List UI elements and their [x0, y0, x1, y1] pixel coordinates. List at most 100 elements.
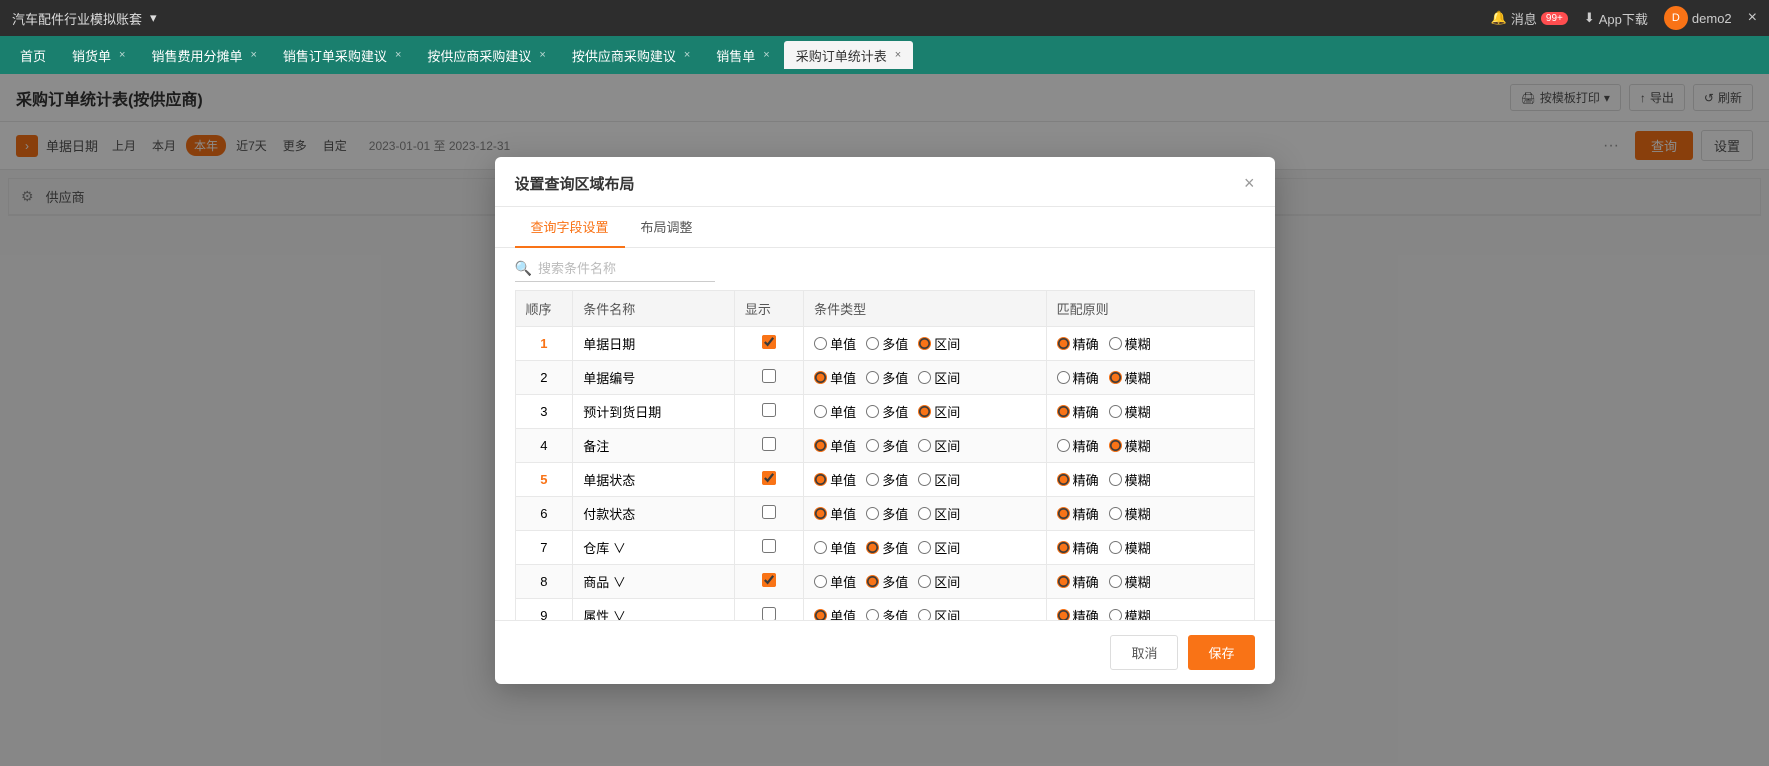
tab-home[interactable]: 首页 [8, 41, 58, 69]
tab-sale-cost-close[interactable]: × [250, 49, 256, 61]
match-radio-精确-2[interactable] [1057, 405, 1070, 418]
match-radio-精确-6[interactable] [1057, 541, 1070, 554]
type-radio-单值-1[interactable] [814, 371, 827, 384]
type-radio-单值-3[interactable] [814, 439, 827, 452]
match-radio-模糊-0[interactable] [1109, 337, 1122, 350]
type-option-单值-8[interactable]: 单值 [814, 606, 856, 620]
type-radio-多值-6[interactable] [866, 541, 879, 554]
match-radio-精确-1[interactable] [1057, 371, 1070, 384]
row-checkbox-0[interactable] [762, 335, 776, 349]
modal-close-button[interactable]: × [1244, 174, 1255, 192]
row-checkbox-6[interactable] [762, 539, 776, 553]
match-radio-精确-8[interactable] [1057, 609, 1070, 620]
type-radio-多值-5[interactable] [866, 507, 879, 520]
row-checkbox-2[interactable] [762, 403, 776, 417]
type-option-区间-8[interactable]: 区间 [918, 606, 960, 620]
type-radio-多值-8[interactable] [866, 609, 879, 620]
tab-sale-order-close[interactable]: × [395, 49, 401, 61]
type-radio-单值-5[interactable] [814, 507, 827, 520]
type-option-多值-8[interactable]: 多值 [866, 606, 908, 620]
tab-active[interactable]: 采购订单统计表 × [784, 41, 913, 69]
type-radio-区间-5[interactable] [918, 507, 931, 520]
type-option-单值-4[interactable]: 单值 [814, 470, 856, 489]
tab-active-close[interactable]: × [895, 49, 901, 61]
user-area[interactable]: D demo2 [1664, 6, 1732, 30]
type-radio-区间-0[interactable] [918, 337, 931, 350]
tab-6-close[interactable]: × [763, 49, 769, 61]
search-input[interactable] [538, 261, 698, 276]
match-option-模糊-4[interactable]: 模糊 [1109, 470, 1151, 489]
app-close-button[interactable]: × [1748, 9, 1757, 27]
type-radio-区间-3[interactable] [918, 439, 931, 452]
type-radio-单值-4[interactable] [814, 473, 827, 486]
match-option-精确-5[interactable]: 精确 [1057, 504, 1099, 523]
match-radio-精确-5[interactable] [1057, 507, 1070, 520]
type-radio-单值-6[interactable] [814, 541, 827, 554]
tab-4-close[interactable]: × [539, 49, 545, 61]
tab-5[interactable]: 按供应商采购建议 × [560, 41, 702, 69]
cancel-button[interactable]: 取消 [1110, 635, 1178, 670]
type-radio-区间-8[interactable] [918, 609, 931, 620]
match-option-精确-0[interactable]: 精确 [1057, 334, 1099, 353]
modal-tab-query-fields[interactable]: 查询字段设置 [515, 207, 625, 248]
type-option-多值-6[interactable]: 多值 [866, 538, 908, 557]
match-radio-模糊-5[interactable] [1109, 507, 1122, 520]
match-option-模糊-8[interactable]: 模糊 [1109, 606, 1151, 620]
match-option-模糊-3[interactable]: 模糊 [1109, 436, 1151, 455]
tab-6[interactable]: 销售单 × [704, 41, 781, 69]
type-radio-区间-6[interactable] [918, 541, 931, 554]
type-radio-多值-4[interactable] [866, 473, 879, 486]
match-option-模糊-7[interactable]: 模糊 [1109, 572, 1151, 591]
type-option-单值-5[interactable]: 单值 [814, 504, 856, 523]
tab-sale[interactable]: 销货单 × [60, 41, 137, 69]
type-option-单值-7[interactable]: 单值 [814, 572, 856, 591]
match-option-模糊-2[interactable]: 模糊 [1109, 402, 1151, 421]
type-option-单值-6[interactable]: 单值 [814, 538, 856, 557]
table-scroll-container[interactable]: 顺序 条件名称 显示 条件类型 匹配原则 1单据日期单值多值区间精确模糊2单据编… [515, 290, 1255, 620]
type-option-区间-7[interactable]: 区间 [918, 572, 960, 591]
save-button[interactable]: 保存 [1188, 635, 1254, 670]
match-radio-模糊-1[interactable] [1109, 371, 1122, 384]
match-option-模糊-5[interactable]: 模糊 [1109, 504, 1151, 523]
type-radio-多值-7[interactable] [866, 575, 879, 588]
match-option-精确-6[interactable]: 精确 [1057, 538, 1099, 557]
type-option-单值-2[interactable]: 单值 [814, 402, 856, 421]
type-option-多值-7[interactable]: 多值 [866, 572, 908, 591]
match-option-模糊-0[interactable]: 模糊 [1109, 334, 1151, 353]
type-radio-单值-8[interactable] [814, 609, 827, 620]
type-radio-多值-2[interactable] [866, 405, 879, 418]
match-radio-精确-4[interactable] [1057, 473, 1070, 486]
download-area[interactable]: ⬇ App下载 [1584, 9, 1648, 28]
type-radio-单值-7[interactable] [814, 575, 827, 588]
type-radio-单值-0[interactable] [814, 337, 827, 350]
type-option-区间-3[interactable]: 区间 [918, 436, 960, 455]
type-radio-区间-7[interactable] [918, 575, 931, 588]
tab-4[interactable]: 按供应商采购建议 × [415, 41, 557, 69]
match-radio-精确-0[interactable] [1057, 337, 1070, 350]
type-option-多值-1[interactable]: 多值 [866, 368, 908, 387]
match-radio-模糊-6[interactable] [1109, 541, 1122, 554]
row-checkbox-5[interactable] [762, 505, 776, 519]
notification-area[interactable]: 🔔 消息 99+ [1491, 9, 1568, 28]
tab-sale-close[interactable]: × [119, 49, 125, 61]
type-option-多值-3[interactable]: 多值 [866, 436, 908, 455]
match-radio-模糊-7[interactable] [1109, 575, 1122, 588]
type-option-区间-4[interactable]: 区间 [918, 470, 960, 489]
match-radio-模糊-2[interactable] [1109, 405, 1122, 418]
tab-sale-cost[interactable]: 销售费用分摊单 × [139, 41, 268, 69]
match-radio-模糊-8[interactable] [1109, 609, 1122, 620]
type-option-多值-0[interactable]: 多值 [866, 334, 908, 353]
match-option-精确-3[interactable]: 精确 [1057, 436, 1099, 455]
match-radio-模糊-4[interactable] [1109, 473, 1122, 486]
row-checkbox-3[interactable] [762, 437, 776, 451]
type-radio-多值-3[interactable] [866, 439, 879, 452]
match-radio-精确-7[interactable] [1057, 575, 1070, 588]
type-option-多值-4[interactable]: 多值 [866, 470, 908, 489]
type-radio-多值-1[interactable] [866, 371, 879, 384]
type-radio-多值-0[interactable] [866, 337, 879, 350]
type-option-区间-0[interactable]: 区间 [918, 334, 960, 353]
type-radio-区间-2[interactable] [918, 405, 931, 418]
tab-5-close[interactable]: × [684, 49, 690, 61]
match-option-精确-2[interactable]: 精确 [1057, 402, 1099, 421]
type-option-区间-1[interactable]: 区间 [918, 368, 960, 387]
